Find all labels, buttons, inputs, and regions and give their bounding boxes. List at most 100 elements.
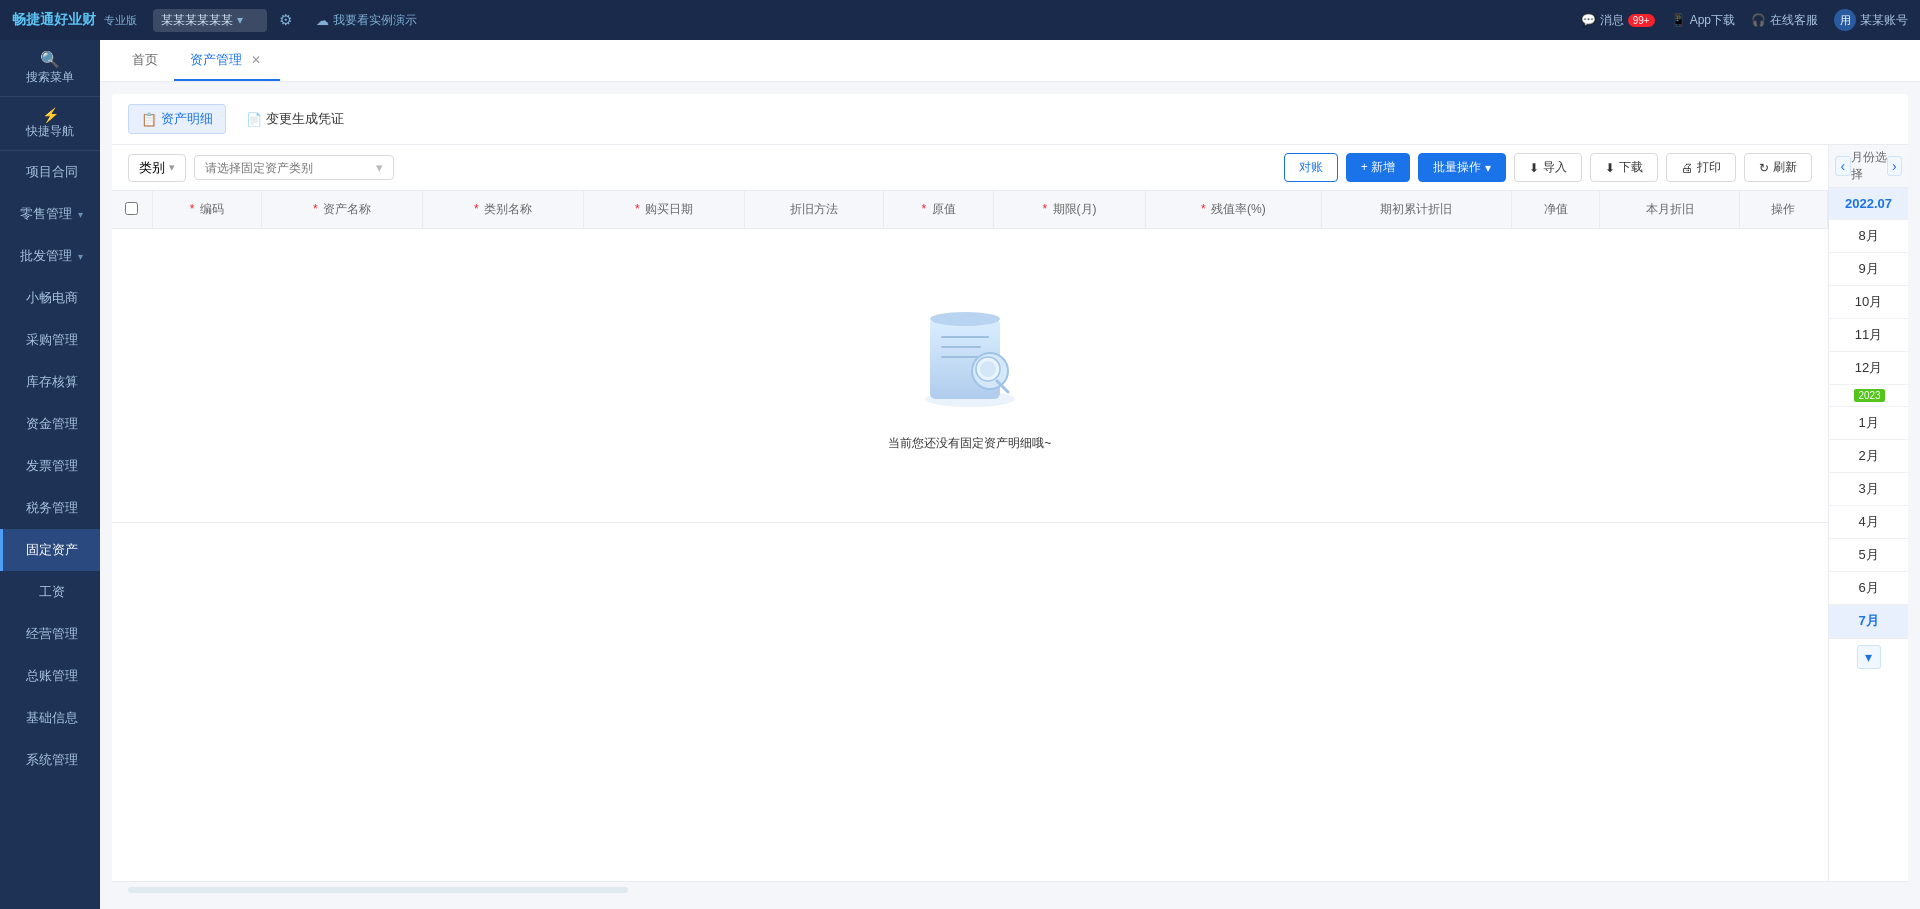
sidebar-item-project-contract[interactable]: 项目合同: [0, 151, 100, 193]
headset-icon: 🎧: [1751, 13, 1766, 27]
tab-close-btn[interactable]: ✕: [248, 52, 264, 68]
empty-state: 当前您还没有固定资产明细哦~: [120, 239, 1820, 512]
empty-illustration: [900, 299, 1040, 419]
company-name: 某某某某某某: [161, 12, 233, 29]
sidebar-item-tax-mgmt[interactable]: 税务管理: [0, 487, 100, 529]
table-header-row: * 编码 * 资产名称 *: [112, 191, 1828, 229]
sub-tab-asset-detail[interactable]: 📋 资产明细: [128, 104, 226, 134]
th-accumulated-depreciation: 期初累计折旧: [1321, 191, 1512, 229]
month-panel: ‹ 月份选择 › 2022.07 8月 9月 10月 11月 12月: [1828, 145, 1908, 881]
select-all-checkbox[interactable]: [125, 202, 138, 215]
svg-point-3: [930, 312, 1000, 326]
app-download-btn[interactable]: 📱 App下载: [1671, 12, 1735, 29]
sub-tab-change-voucher[interactable]: 📄 变更生成凭证: [234, 105, 356, 133]
month-prev-btn[interactable]: ‹: [1835, 156, 1851, 176]
th-net-value: 净值: [1512, 191, 1600, 229]
th-asset-name: * 资产名称: [261, 191, 422, 229]
sidebar-item-basic-info[interactable]: 基础信息: [0, 697, 100, 739]
month-item-1[interactable]: 1月: [1829, 407, 1908, 440]
month-item-10[interactable]: 10月: [1829, 286, 1908, 319]
th-purchase-date: * 购买日期: [583, 191, 744, 229]
messages-btn[interactable]: 💬 消息 99+: [1581, 12, 1655, 29]
chevron-icon: ▾: [78, 209, 83, 220]
online-service-btn[interactable]: 🎧 在线客服: [1751, 12, 1818, 29]
th-depreciation-method: 折旧方法: [744, 191, 883, 229]
demo-link[interactable]: ☁ 我要看实例演示: [316, 12, 417, 29]
top-bar-left: 畅捷通好业财 专业版 某某某某某某 ▾ ⚙ ☁ 我要看实例演示: [12, 9, 1581, 32]
settings-icon[interactable]: ⚙: [279, 11, 292, 29]
month-item-11[interactable]: 11月: [1829, 319, 1908, 352]
th-checkbox: [112, 191, 152, 229]
svg-point-10: [980, 361, 996, 377]
month-item-3[interactable]: 3月: [1829, 473, 1908, 506]
chevron-down-icon: ▾: [1485, 161, 1491, 175]
month-panel-header: 月份选择: [1851, 149, 1887, 183]
refresh-icon: ↻: [1759, 161, 1769, 175]
month-item-5[interactable]: 5月: [1829, 539, 1908, 572]
refresh-button[interactable]: ↻ 刷新: [1744, 153, 1812, 182]
month-item-9[interactable]: 9月: [1829, 253, 1908, 286]
month-item-12[interactable]: 12月: [1829, 352, 1908, 385]
document-icon: 📄: [246, 112, 262, 127]
sidebar: 🔍 搜索菜单 ⚡ 快捷导航 项目合同 零售管理 ▾ 批发管理 ▾ 小畅电商 采购…: [0, 40, 100, 909]
download-button[interactable]: ⬇ 下载: [1590, 153, 1658, 182]
sidebar-item-wholesale-mgmt[interactable]: 批发管理 ▾: [0, 235, 100, 277]
sidebar-item-fund-mgmt[interactable]: 资金管理: [0, 403, 100, 445]
message-icon: 💬: [1581, 13, 1596, 27]
sidebar-item-salary[interactable]: 工资: [0, 571, 100, 613]
company-selector[interactable]: 某某某某某某 ▾: [153, 9, 267, 32]
sidebar-item-system-mgmt[interactable]: 系统管理: [0, 739, 100, 781]
asset-main: 类别 ▾ ▾ 对账: [112, 145, 1828, 881]
sidebar-item-ledger-mgmt[interactable]: 总账管理: [0, 655, 100, 697]
sidebar-quick-nav[interactable]: ⚡ 快捷导航: [0, 97, 100, 151]
user-profile[interactable]: 用 某某账号: [1834, 9, 1908, 31]
download-icon: ⬇: [1605, 161, 1615, 175]
content-area: 首页 资产管理 ✕ 📋 资产明细 📄 变更生成凭证: [100, 40, 1920, 909]
cloud-icon: ☁: [316, 13, 329, 28]
phone-icon: 📱: [1671, 13, 1686, 27]
sub-tab-bar: 📋 资产明细 📄 变更生成凭证: [112, 94, 1908, 145]
month-down-btn[interactable]: ▾: [1857, 645, 1881, 669]
dropdown-icon: ▾: [376, 160, 383, 175]
month-item-6[interactable]: 6月: [1829, 572, 1908, 605]
th-current-depreciation: 本月折旧: [1600, 191, 1739, 229]
app-name: 畅捷通好业财: [12, 11, 96, 29]
th-operation: 操作: [1739, 191, 1827, 229]
print-icon: 🖨: [1681, 161, 1693, 175]
sidebar-item-ecommerce[interactable]: 小畅电商: [0, 277, 100, 319]
sidebar-search[interactable]: 🔍 搜索菜单: [0, 40, 100, 97]
top-bar: 畅捷通好业财 专业版 某某某某某某 ▾ ⚙ ☁ 我要看实例演示 💬 消息 99+…: [0, 0, 1920, 40]
th-original-value: * 原值: [884, 191, 993, 229]
sidebar-item-purchase-mgmt[interactable]: 采购管理: [0, 319, 100, 361]
sidebar-item-fixed-assets[interactable]: 固定资产: [0, 529, 100, 571]
toolbar: 类别 ▾ ▾ 对账: [112, 145, 1828, 191]
chevron-down-icon: ▾: [169, 161, 175, 174]
asset-page: 📋 资产明细 📄 变更生成凭证: [112, 94, 1908, 897]
reconcile-button[interactable]: 对账: [1284, 153, 1338, 182]
month-item-2[interactable]: 2月: [1829, 440, 1908, 473]
sidebar-item-retail-mgmt[interactable]: 零售管理 ▾: [0, 193, 100, 235]
month-item-4[interactable]: 4月: [1829, 506, 1908, 539]
main-layout: 🔍 搜索菜单 ⚡ 快捷导航 项目合同 零售管理 ▾ 批发管理 ▾ 小畅电商 采购…: [0, 40, 1920, 909]
tab-asset-mgmt[interactable]: 资产管理 ✕: [174, 41, 280, 81]
month-next-btn[interactable]: ›: [1887, 156, 1903, 176]
month-item-2023-start: 2023: [1829, 385, 1908, 407]
add-button[interactable]: + 新增: [1346, 153, 1410, 182]
print-button[interactable]: 🖨 打印: [1666, 153, 1736, 182]
tab-home[interactable]: 首页: [116, 41, 174, 81]
page-content: 📋 资产明细 📄 变更生成凭证: [100, 82, 1920, 909]
sidebar-item-inventory[interactable]: 库存核算: [0, 361, 100, 403]
year-badge: 2023: [1854, 389, 1884, 402]
empty-text: 当前您还没有固定资产明细哦~: [888, 435, 1051, 452]
th-residual-rate: * 残值率(%): [1146, 191, 1321, 229]
month-item-8[interactable]: 8月: [1829, 220, 1908, 253]
category-filter[interactable]: 类别 ▾: [128, 154, 186, 182]
import-button[interactable]: ⬇ 导入: [1514, 153, 1582, 182]
category-select-wrap[interactable]: ▾: [194, 155, 394, 180]
chevron-down-icon: ▾: [237, 13, 243, 27]
category-select-input[interactable]: [205, 161, 372, 175]
sidebar-item-business-mgmt[interactable]: 经营管理: [0, 613, 100, 655]
sidebar-item-invoice-mgmt[interactable]: 发票管理: [0, 445, 100, 487]
batch-button[interactable]: 批量操作 ▾: [1418, 153, 1506, 182]
month-item-7[interactable]: 7月: [1829, 605, 1908, 638]
